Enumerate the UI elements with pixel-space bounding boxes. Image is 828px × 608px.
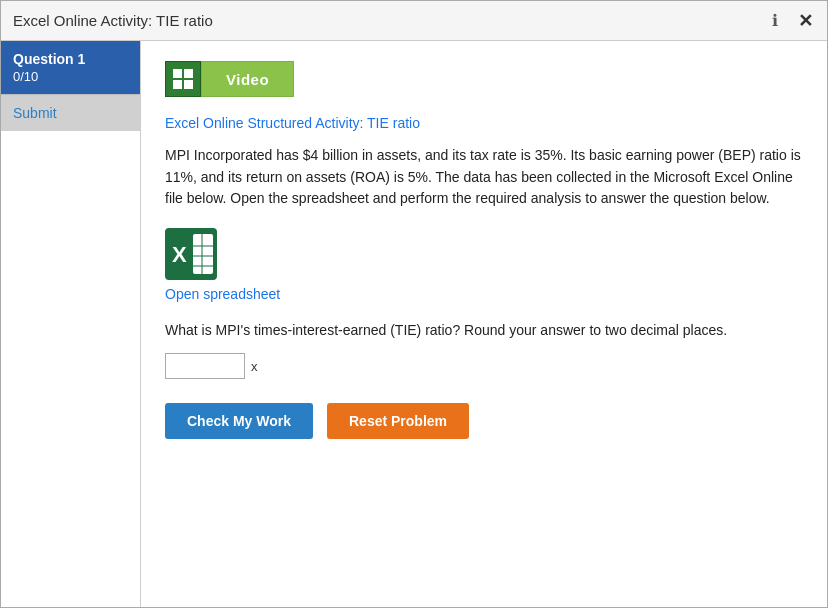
content-area: Video Excel Online Structured Activity: … xyxy=(141,41,827,608)
video-button[interactable]: Video xyxy=(201,61,294,97)
excel-svg: X xyxy=(165,228,217,280)
svg-text:X: X xyxy=(172,242,187,267)
body-text: MPI Incorporated has $4 billion in asset… xyxy=(165,145,803,210)
close-icon[interactable]: ✕ xyxy=(795,11,815,31)
svg-rect-5 xyxy=(193,234,213,274)
title-bar: Excel Online Activity: TIE ratio ℹ ✕ xyxy=(1,1,827,41)
submit-label: Submit xyxy=(13,105,57,121)
question-label: Question 1 xyxy=(13,51,128,67)
excel-wrap: X Open spreadsheet xyxy=(165,228,803,302)
window-title: Excel Online Activity: TIE ratio xyxy=(13,12,213,29)
info-icon[interactable]: ℹ xyxy=(765,11,785,31)
button-row: Check My Work Reset Problem xyxy=(165,403,803,439)
answer-input[interactable] xyxy=(165,353,245,379)
check-my-work-button[interactable]: Check My Work xyxy=(165,403,313,439)
excel-icon: X xyxy=(165,228,217,280)
svg-rect-3 xyxy=(184,80,193,89)
sidebar: Question 1 0/10 Submit xyxy=(1,41,141,608)
answer-unit: x xyxy=(251,359,258,374)
svg-rect-2 xyxy=(173,80,182,89)
open-spreadsheet-link[interactable]: Open spreadsheet xyxy=(165,286,280,302)
sidebar-item-submit[interactable]: Submit xyxy=(1,94,140,131)
svg-rect-0 xyxy=(173,69,182,78)
svg-rect-1 xyxy=(184,69,193,78)
video-button-wrap: Video xyxy=(165,61,803,97)
title-bar-icons: ℹ ✕ xyxy=(765,11,815,31)
answer-row: x xyxy=(165,353,803,379)
reset-problem-button[interactable]: Reset Problem xyxy=(327,403,469,439)
video-grid-icon xyxy=(171,67,195,91)
video-icon-box xyxy=(165,61,201,97)
section-title: Excel Online Structured Activity: TIE ra… xyxy=(165,115,803,131)
main-layout: Question 1 0/10 Submit Video Excel Onlin… xyxy=(1,41,827,608)
question-text: What is MPI's times-interest-earned (TIE… xyxy=(165,320,803,341)
sidebar-item-question1[interactable]: Question 1 0/10 xyxy=(1,41,140,94)
question-score: 0/10 xyxy=(13,69,128,84)
